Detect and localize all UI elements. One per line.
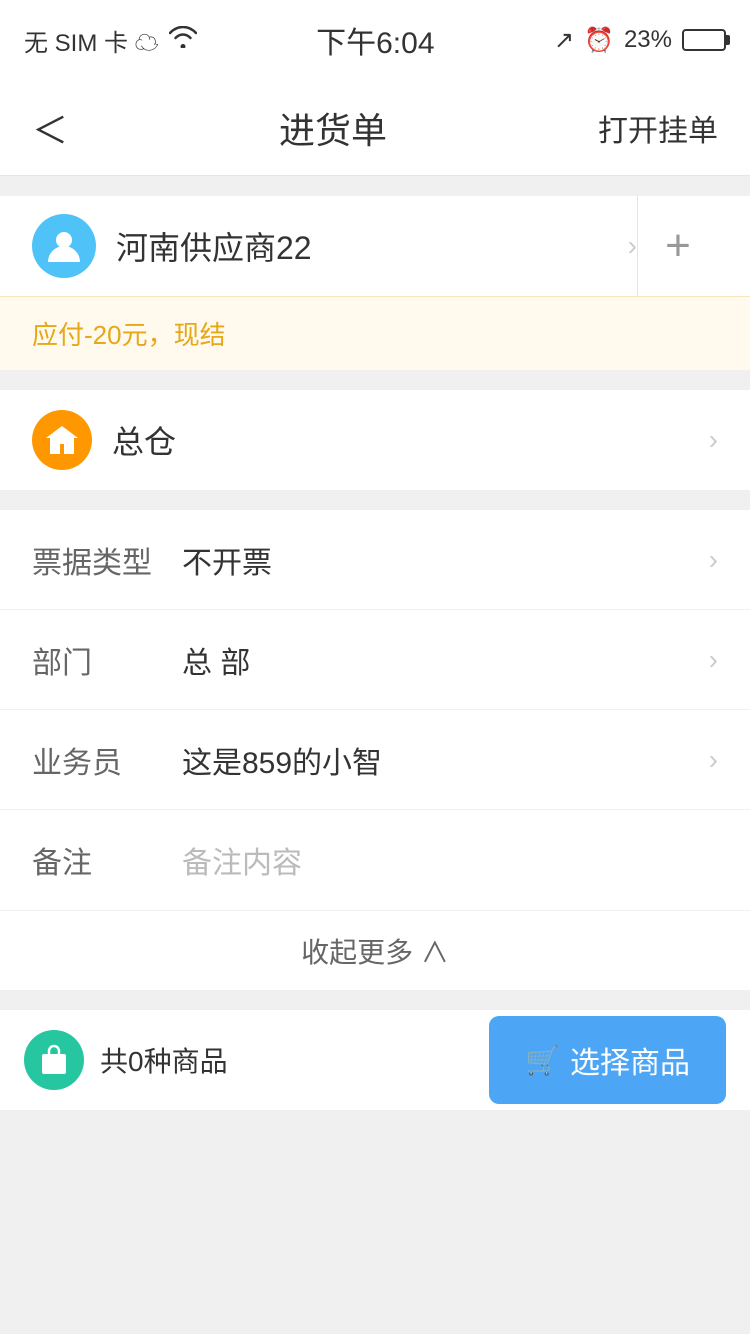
invoice-row[interactable]: 票据类型 不开票 ›	[0, 510, 750, 610]
notice-bar: 应付-20元，现结	[0, 296, 750, 370]
warehouse-name: 总仓	[112, 417, 697, 463]
collapse-label: 收起更多 ∧	[301, 931, 449, 971]
warehouse-section: 总仓 ›	[0, 390, 750, 490]
goods-count: 共0种商品	[100, 1040, 489, 1080]
status-left: 无 SIM 卡 ☁	[24, 23, 197, 58]
section-gap-1	[0, 176, 750, 196]
remark-label: 备注	[32, 838, 152, 882]
staff-value: 这是859的小智	[152, 738, 697, 782]
bottom-bar: 共0种商品 🛒 选择商品	[0, 1010, 750, 1110]
wifi-icon	[169, 26, 197, 55]
warehouse-row[interactable]: 总仓 ›	[32, 390, 718, 490]
nav-bar: ＜ 进货单 打开挂单	[0, 80, 750, 176]
invoice-value: 不开票	[152, 538, 697, 582]
dept-chevron-icon: ›	[709, 644, 718, 676]
select-goods-icon: 🛒	[525, 1044, 560, 1077]
dept-value: 总 部	[152, 638, 697, 682]
goods-icon	[24, 1030, 84, 1090]
location-icon: ↗	[554, 26, 574, 55]
supplier-chevron-icon: ›	[628, 230, 637, 262]
status-bar: 无 SIM 卡 ☁ 下午6:04 ↗ ⏰ 23%	[0, 0, 750, 80]
home-icon	[44, 422, 80, 458]
sim-label: 无 SIM 卡 ☁	[24, 23, 159, 58]
page-title: 进货单	[279, 102, 387, 154]
shopping-bag-icon	[36, 1042, 72, 1078]
select-goods-button[interactable]: 🛒 选择商品	[489, 1016, 726, 1104]
alarm-icon: ⏰	[584, 26, 614, 55]
staff-chevron-icon: ›	[709, 744, 718, 776]
select-goods-label: 选择商品	[570, 1038, 690, 1082]
form-section: 票据类型 不开票 › 部门 总 部 › 业务员 这是859的小智 › 备注 备注…	[0, 510, 750, 910]
open-pending-button[interactable]: 打开挂单	[598, 106, 718, 150]
supplier-avatar	[32, 214, 96, 278]
invoice-label: 票据类型	[32, 538, 152, 582]
warehouse-icon	[32, 410, 92, 470]
add-supplier-button[interactable]: +	[638, 196, 718, 296]
remark-input[interactable]: 备注内容	[152, 838, 718, 882]
staff-row[interactable]: 业务员 这是859的小智 ›	[0, 710, 750, 810]
staff-label: 业务员	[32, 738, 152, 782]
supplier-section: 河南供应商22 › +	[0, 196, 750, 296]
status-right: ↗ ⏰ 23%	[554, 26, 726, 55]
dept-row[interactable]: 部门 总 部 ›	[0, 610, 750, 710]
battery-percent: 23%	[624, 26, 672, 54]
dept-label: 部门	[32, 638, 152, 682]
person-icon	[44, 226, 84, 266]
supplier-row[interactable]: 河南供应商22 ›	[32, 196, 638, 296]
remark-row[interactable]: 备注 备注内容	[0, 810, 750, 910]
collapse-button[interactable]: 收起更多 ∧	[0, 910, 750, 990]
warehouse-chevron-icon: ›	[709, 424, 718, 456]
battery-icon	[682, 29, 726, 51]
supplier-name: 河南供应商22	[116, 223, 616, 269]
invoice-chevron-icon: ›	[709, 544, 718, 576]
back-button[interactable]: ＜	[32, 102, 68, 154]
status-time: 下午6:04	[316, 18, 434, 62]
